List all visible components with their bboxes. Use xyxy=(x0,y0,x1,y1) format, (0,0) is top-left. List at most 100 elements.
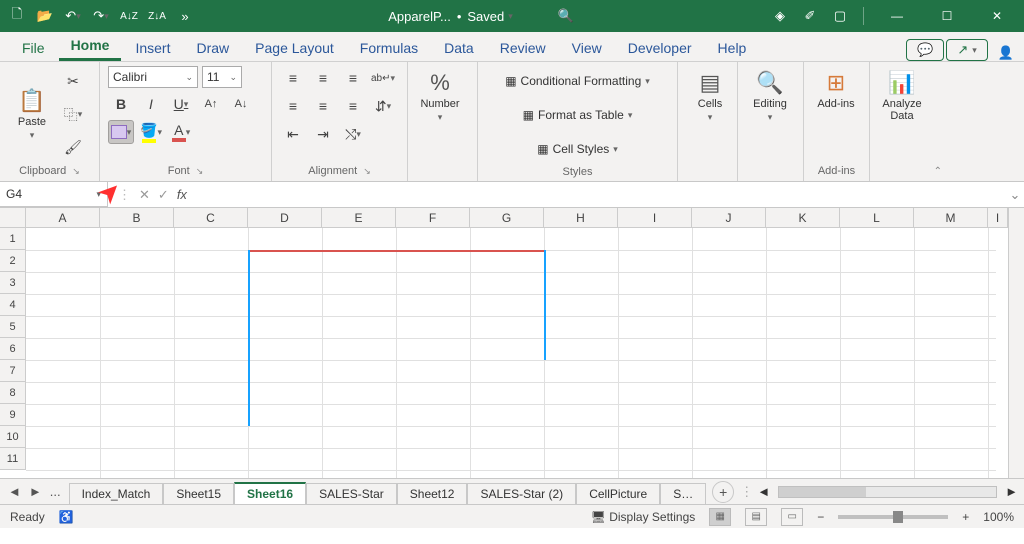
user-icon[interactable]: 👤 xyxy=(998,45,1014,61)
page-break-view-button[interactable]: ▭ xyxy=(781,508,803,526)
copy-button[interactable]: ⿻ xyxy=(60,103,86,127)
tab-home[interactable]: Home xyxy=(59,32,122,61)
zoom-slider[interactable] xyxy=(838,515,948,519)
zoom-in-button[interactable]: + xyxy=(962,510,969,524)
sheet-tab-truncated[interactable]: S… xyxy=(660,483,706,504)
expand-formula-bar-button[interactable]: ⌄ xyxy=(1006,187,1024,203)
cut-button[interactable]: ✂ xyxy=(60,70,86,94)
tab-view[interactable]: View xyxy=(560,35,614,61)
search-icon[interactable]: 🔍 xyxy=(555,5,577,27)
col-header-D[interactable]: D xyxy=(248,208,322,227)
italic-button[interactable]: I xyxy=(138,92,164,116)
undo-button[interactable]: ↶ xyxy=(62,5,84,27)
cells-button[interactable]: ▤Cells▾ xyxy=(686,66,734,127)
row-header-5[interactable]: 5 xyxy=(0,316,26,338)
underline-button[interactable]: U xyxy=(168,92,194,116)
sheet-tab-index-match[interactable]: Index_Match xyxy=(69,483,164,504)
row-header-10[interactable]: 10 xyxy=(0,426,26,448)
tab-file[interactable]: File xyxy=(10,35,57,61)
col-header-M[interactable]: M xyxy=(914,208,988,227)
horizontal-scrollbar[interactable] xyxy=(778,486,997,498)
formula-input[interactable] xyxy=(203,182,1006,207)
minimize-button[interactable]: — xyxy=(876,2,918,30)
tab-insert[interactable]: Insert xyxy=(123,35,182,61)
col-header-K[interactable]: K xyxy=(766,208,840,227)
cell-styles-button[interactable]: ▦Cell Styles xyxy=(486,134,669,164)
row-header-3[interactable]: 3 xyxy=(0,272,26,294)
display-settings-button[interactable]: 🖥 Display Settings xyxy=(591,510,696,524)
share-button[interactable]: ↗▾ xyxy=(946,39,987,61)
format-painter-button[interactable]: 🖌 xyxy=(60,136,86,160)
row-header-9[interactable]: 9 xyxy=(0,404,26,426)
paste-button[interactable]: 📋 Paste ▾ xyxy=(8,66,56,163)
borders-button[interactable] xyxy=(108,120,134,144)
vertical-scrollbar[interactable] xyxy=(1008,208,1024,478)
increase-indent-button[interactable]: ⇥ xyxy=(310,122,336,146)
decrease-indent-button[interactable]: ⇤ xyxy=(280,122,306,146)
window-mode-icon[interactable]: ▢ xyxy=(829,5,851,27)
col-header-F[interactable]: F xyxy=(396,208,470,227)
tab-draw[interactable]: Draw xyxy=(184,35,241,61)
align-center-button[interactable]: ≡ xyxy=(310,94,336,118)
fx-icon[interactable]: fx xyxy=(177,187,193,202)
select-all-button[interactable] xyxy=(0,208,26,228)
name-box[interactable]: G4▾ xyxy=(0,182,108,207)
scroll-grip-icon[interactable]: ⋮ xyxy=(740,484,753,500)
align-left-button[interactable]: ≡ xyxy=(280,94,306,118)
sheet-tab-sheet15[interactable]: Sheet15 xyxy=(163,483,234,504)
increase-font-button[interactable]: A↑ xyxy=(198,92,224,116)
tab-help[interactable]: Help xyxy=(706,35,759,61)
row-header-7[interactable]: 7 xyxy=(0,360,26,382)
fill-color-button[interactable]: 🪣 xyxy=(138,120,164,144)
dialog-launcher-icon[interactable]: ↘ xyxy=(363,166,371,177)
align-bottom-button[interactable]: ≡ xyxy=(340,66,366,90)
dialog-launcher-icon[interactable]: ↘ xyxy=(196,166,204,177)
number-format-button[interactable]: % Number ▾ xyxy=(416,66,464,127)
row-header-8[interactable]: 8 xyxy=(0,382,26,404)
close-button[interactable]: ✕ xyxy=(976,2,1018,30)
addins-button[interactable]: ⊞Add-ins xyxy=(812,66,860,114)
accessibility-icon[interactable]: ♿ xyxy=(59,510,74,524)
orientation-button[interactable]: ⤭ xyxy=(340,122,366,146)
scroll-right-button[interactable]: ► xyxy=(1005,484,1018,499)
sheet-nav-more[interactable]: ... xyxy=(50,484,61,499)
tab-review[interactable]: Review xyxy=(488,35,558,61)
font-color-button[interactable]: A xyxy=(168,120,194,144)
tab-developer[interactable]: Developer xyxy=(616,35,704,61)
collapse-ribbon-button[interactable]: ⌃ xyxy=(934,166,942,177)
row-header-4[interactable]: 4 xyxy=(0,294,26,316)
sheet-tab-cellpicture[interactable]: CellPicture xyxy=(576,483,660,504)
col-header-B[interactable]: B xyxy=(100,208,174,227)
col-header-C[interactable]: C xyxy=(174,208,248,227)
font-size-select[interactable]: 11⌄ xyxy=(202,66,242,88)
sheet-tab-sheet12[interactable]: Sheet12 xyxy=(397,483,468,504)
align-right-button[interactable]: ≡ xyxy=(340,94,366,118)
row-header-1[interactable]: 1 xyxy=(0,228,26,250)
next-sheet-button[interactable]: ► xyxy=(29,484,42,499)
zoom-level[interactable]: 100% xyxy=(983,510,1014,524)
font-name-select[interactable]: Calibri⌄ xyxy=(108,66,198,88)
redo-button[interactable]: ↷ xyxy=(90,5,112,27)
tab-formulas[interactable]: Formulas xyxy=(348,35,430,61)
col-header-L[interactable]: L xyxy=(840,208,914,227)
col-header-A[interactable]: A xyxy=(26,208,100,227)
open-file-icon[interactable]: 📂 xyxy=(34,5,56,27)
bold-button[interactable]: B xyxy=(108,92,134,116)
col-header-E[interactable]: E xyxy=(322,208,396,227)
row-header-2[interactable]: 2 xyxy=(0,250,26,272)
row-header-6[interactable]: 6 xyxy=(0,338,26,360)
sheet-tab-sales-star-2-[interactable]: SALES-Star (2) xyxy=(467,483,576,504)
diamond-icon[interactable]: ◈ xyxy=(769,5,791,27)
format-as-table-button[interactable]: ▦Format as Table xyxy=(486,100,669,130)
row-header-11[interactable]: 11 xyxy=(0,448,26,470)
zoom-out-button[interactable]: − xyxy=(817,510,824,524)
col-header-J[interactable]: J xyxy=(692,208,766,227)
sort-desc-icon[interactable]: Z↓A xyxy=(146,5,168,27)
normal-view-button[interactable]: ▦ xyxy=(709,508,731,526)
saved-state[interactable]: Saved▾ xyxy=(467,9,512,24)
page-layout-view-button[interactable]: ▤ xyxy=(745,508,767,526)
analyze-data-button[interactable]: 📊Analyze Data xyxy=(878,66,926,126)
sheet-tab-sheet16[interactable]: Sheet16 xyxy=(234,482,306,504)
align-top-button[interactable]: ≡ xyxy=(280,66,306,90)
align-middle-button[interactable]: ≡ xyxy=(310,66,336,90)
